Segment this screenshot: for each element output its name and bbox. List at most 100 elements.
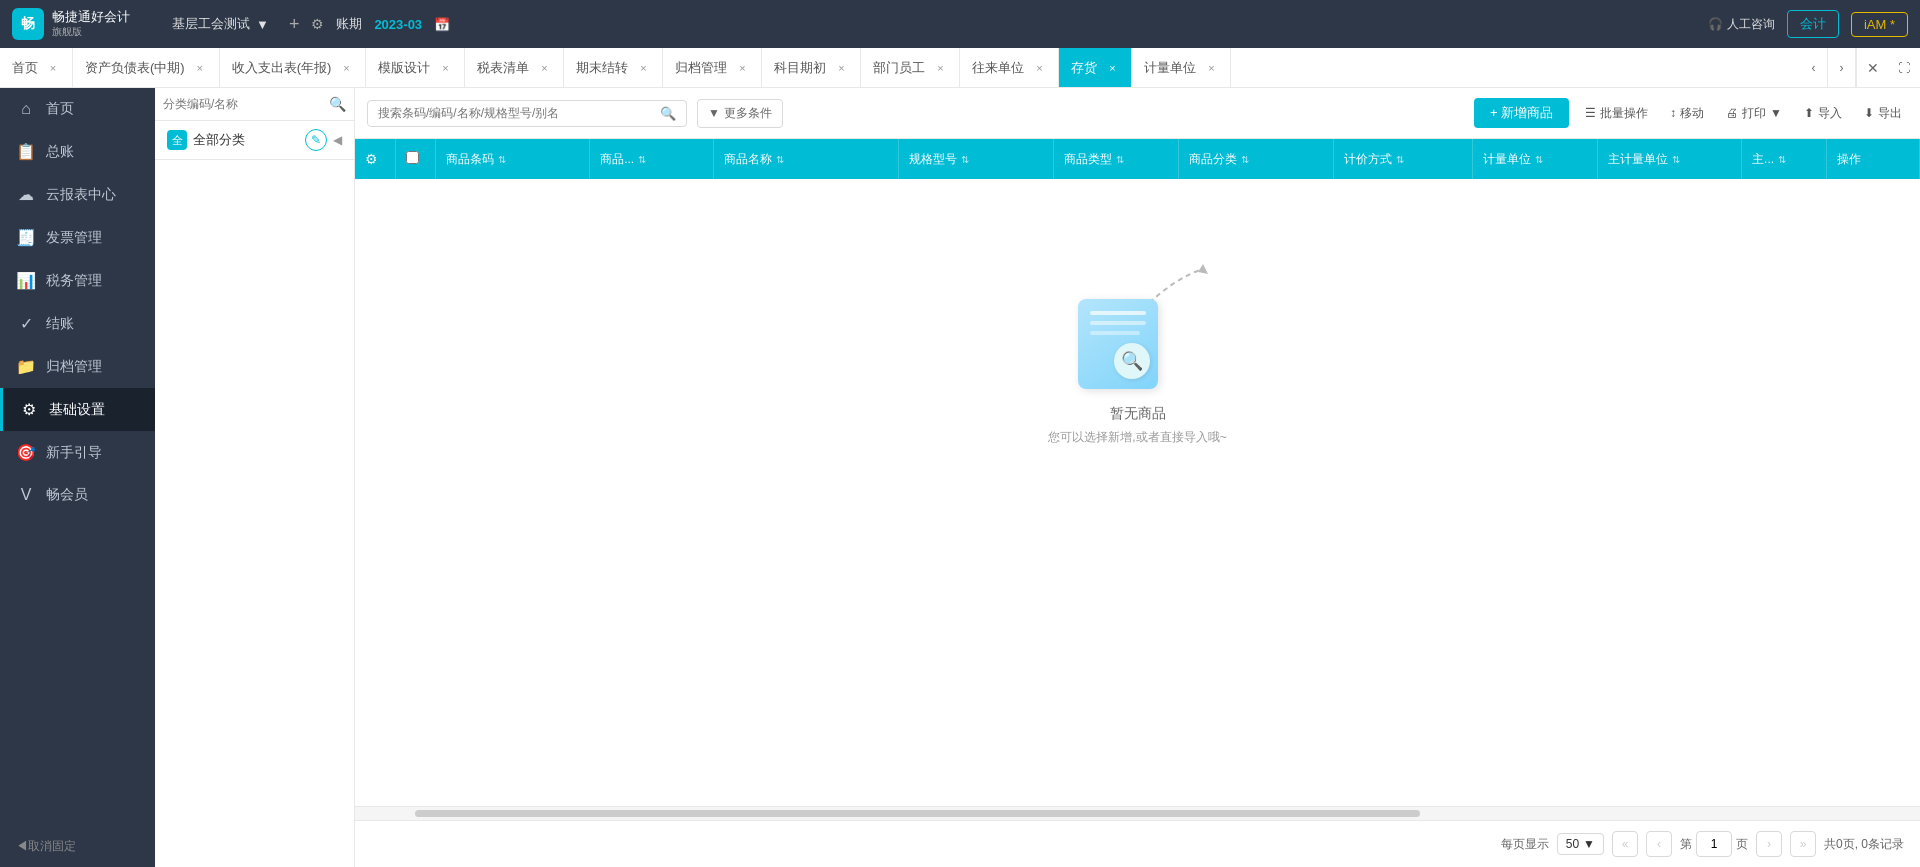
sidebar-item-settle[interactable]: ✓ 结账: [0, 302, 155, 345]
account-button[interactable]: 会计: [1787, 10, 1839, 38]
sidebar-item-guide[interactable]: 🎯 新手引导: [0, 431, 155, 474]
category-search-icon[interactable]: 🔍: [329, 96, 346, 112]
tab-close-btn[interactable]: ×: [339, 61, 353, 75]
product-search-icon[interactable]: 🔍: [660, 106, 676, 121]
tab-close-btn[interactable]: ×: [1105, 61, 1119, 75]
settings-icon[interactable]: ⚙: [311, 16, 324, 32]
select-all-checkbox[interactable]: [406, 151, 419, 164]
company-selector[interactable]: 基层工会测试 ▼: [164, 11, 277, 37]
tab-close-btn[interactable]: ×: [537, 61, 551, 75]
first-page-btn[interactable]: «: [1612, 831, 1638, 857]
th-price-method[interactable]: 计价方式 ⇅: [1333, 139, 1472, 179]
th-extra[interactable]: 主... ⇅: [1742, 139, 1827, 179]
tab-close-btn[interactable]: ×: [46, 61, 60, 75]
scrollbar-thumb[interactable]: [415, 810, 1420, 817]
export-btn[interactable]: ⬇ 导出: [1858, 101, 1908, 126]
import-btn[interactable]: ⬆ 导入: [1798, 101, 1848, 126]
tab-maximize-btn[interactable]: ⛶: [1888, 48, 1920, 88]
tab-item-首页[interactable]: 首页×: [0, 48, 73, 88]
add-product-button[interactable]: + 新增商品: [1474, 98, 1569, 128]
sort-main-unit-icon[interactable]: ⇅: [1672, 154, 1680, 165]
sort-num-icon[interactable]: ⇅: [638, 154, 646, 165]
next-page-btn[interactable]: ›: [1756, 831, 1782, 857]
tab-close-btn[interactable]: ×: [438, 61, 452, 75]
sort-barcode-icon[interactable]: ⇅: [498, 154, 506, 165]
th-name[interactable]: 商品名称 ⇅: [713, 139, 899, 179]
tab-item-部门员工[interactable]: 部门员工×: [861, 48, 960, 88]
last-page-btn[interactable]: »: [1790, 831, 1816, 857]
th-main-unit[interactable]: 主计量单位 ⇅: [1598, 139, 1742, 179]
tab-item-归档管理[interactable]: 归档管理×: [663, 48, 762, 88]
sidebar: ⌂ 首页 📋 总账 ☁ 云报表中心 🧾 发票管理 📊 税务管理 ✓ 结账 📁 归…: [0, 88, 155, 867]
sidebar-item-settings[interactable]: ⚙ 基础设置: [0, 388, 155, 431]
product-table-container[interactable]: ⚙ 商品条码 ⇅: [355, 139, 1920, 806]
tab-close-btn[interactable]: ×: [933, 61, 947, 75]
tab-item-收入支出表(年报)[interactable]: 收入支出表(年报)×: [220, 48, 367, 88]
th-category[interactable]: 商品分类 ⇅: [1179, 139, 1334, 179]
category-edit-btn[interactable]: ✎: [305, 129, 327, 151]
sort-spec-icon[interactable]: ⇅: [961, 154, 969, 165]
sort-type-icon[interactable]: ⇅: [1116, 154, 1124, 165]
horizontal-scrollbar[interactable]: [355, 806, 1920, 820]
more-filter-btn[interactable]: ▼ 更多条件: [697, 99, 783, 128]
sidebar-item-reports[interactable]: ☁ 云报表中心: [0, 173, 155, 216]
category-search-input[interactable]: [163, 97, 325, 111]
sort-category-icon[interactable]: ⇅: [1241, 154, 1249, 165]
calendar-icon[interactable]: 📅: [434, 17, 450, 32]
product-search-input[interactable]: [378, 106, 654, 120]
th-type[interactable]: 商品类型 ⇅: [1054, 139, 1179, 179]
consult-button[interactable]: 🎧 人工咨询: [1708, 16, 1775, 33]
tab-close-all-btn[interactable]: ✕: [1856, 48, 1888, 88]
move-btn[interactable]: ↕ 移动: [1664, 101, 1710, 126]
tab-close-btn[interactable]: ×: [834, 61, 848, 75]
tab-bar: 首页×资产负债表(中期)×收入支出表(年报)×模版设计×税表清单×期末结转×归档…: [0, 48, 1920, 88]
unpin-button[interactable]: ◀取消固定: [0, 826, 155, 867]
iam-button[interactable]: iAM *: [1851, 12, 1908, 37]
svg-marker-0: [1198, 264, 1208, 274]
tab-item-往来单位[interactable]: 往来单位×: [960, 48, 1059, 88]
table-settings-icon[interactable]: ⚙: [365, 151, 378, 167]
category-collapse-btn[interactable]: ◀: [333, 133, 342, 147]
th-unit[interactable]: 计量单位 ⇅: [1473, 139, 1598, 179]
page-size-select[interactable]: 50 ▼: [1557, 833, 1604, 855]
sort-extra-icon[interactable]: ⇅: [1778, 154, 1786, 165]
sidebar-item-label: 结账: [46, 315, 74, 333]
batch-operation-btn[interactable]: ☰ 批量操作: [1579, 101, 1654, 126]
tab-close-btn[interactable]: ×: [193, 61, 207, 75]
th-main-unit-label: 主计量单位: [1608, 151, 1668, 168]
sidebar-item-invoice[interactable]: 🧾 发票管理: [0, 216, 155, 259]
tab-item-税表清单[interactable]: 税表清单×: [465, 48, 564, 88]
sort-name-icon[interactable]: ⇅: [776, 154, 784, 165]
th-check[interactable]: [395, 139, 435, 179]
prev-page-btn[interactable]: ‹: [1646, 831, 1672, 857]
tab-item-计量单位[interactable]: 计量单位×: [1132, 48, 1231, 88]
period-label: 账期: [336, 15, 362, 33]
tab-item-模版设计[interactable]: 模版设计×: [366, 48, 465, 88]
product-search-bar[interactable]: 🔍: [367, 100, 687, 127]
tab-close-btn[interactable]: ×: [1032, 61, 1046, 75]
th-spec[interactable]: 规格型号 ⇅: [899, 139, 1054, 179]
print-btn[interactable]: 🖨 打印 ▼: [1720, 101, 1788, 126]
tab-item-资产负债表(中期)[interactable]: 资产负债表(中期)×: [73, 48, 220, 88]
sort-unit-icon[interactable]: ⇅: [1535, 154, 1543, 165]
sidebar-item-archive[interactable]: 📁 归档管理: [0, 345, 155, 388]
th-settings[interactable]: ⚙: [355, 139, 395, 179]
add-tab-btn[interactable]: +: [289, 14, 300, 35]
category-all-btn[interactable]: 全 全部分类: [167, 130, 245, 150]
sidebar-item-home[interactable]: ⌂ 首页: [0, 88, 155, 130]
tab-next-btn[interactable]: ›: [1828, 48, 1856, 88]
tab-item-存货[interactable]: 存货×: [1059, 48, 1132, 88]
th-num[interactable]: 商品... ⇅: [590, 139, 714, 179]
sidebar-item-ledger[interactable]: 📋 总账: [0, 130, 155, 173]
sort-price-icon[interactable]: ⇅: [1396, 154, 1404, 165]
tab-close-btn[interactable]: ×: [1204, 61, 1218, 75]
tab-prev-btn[interactable]: ‹: [1800, 48, 1828, 88]
page-number-input[interactable]: [1696, 831, 1732, 857]
sidebar-item-tax[interactable]: 📊 税务管理: [0, 259, 155, 302]
tab-close-btn[interactable]: ×: [735, 61, 749, 75]
tab-item-科目期初[interactable]: 科目期初×: [762, 48, 861, 88]
tab-item-期末结转[interactable]: 期末结转×: [564, 48, 663, 88]
tab-close-btn[interactable]: ×: [636, 61, 650, 75]
th-barcode[interactable]: 商品条码 ⇅: [435, 139, 590, 179]
sidebar-item-member[interactable]: V 畅会员: [0, 474, 155, 516]
